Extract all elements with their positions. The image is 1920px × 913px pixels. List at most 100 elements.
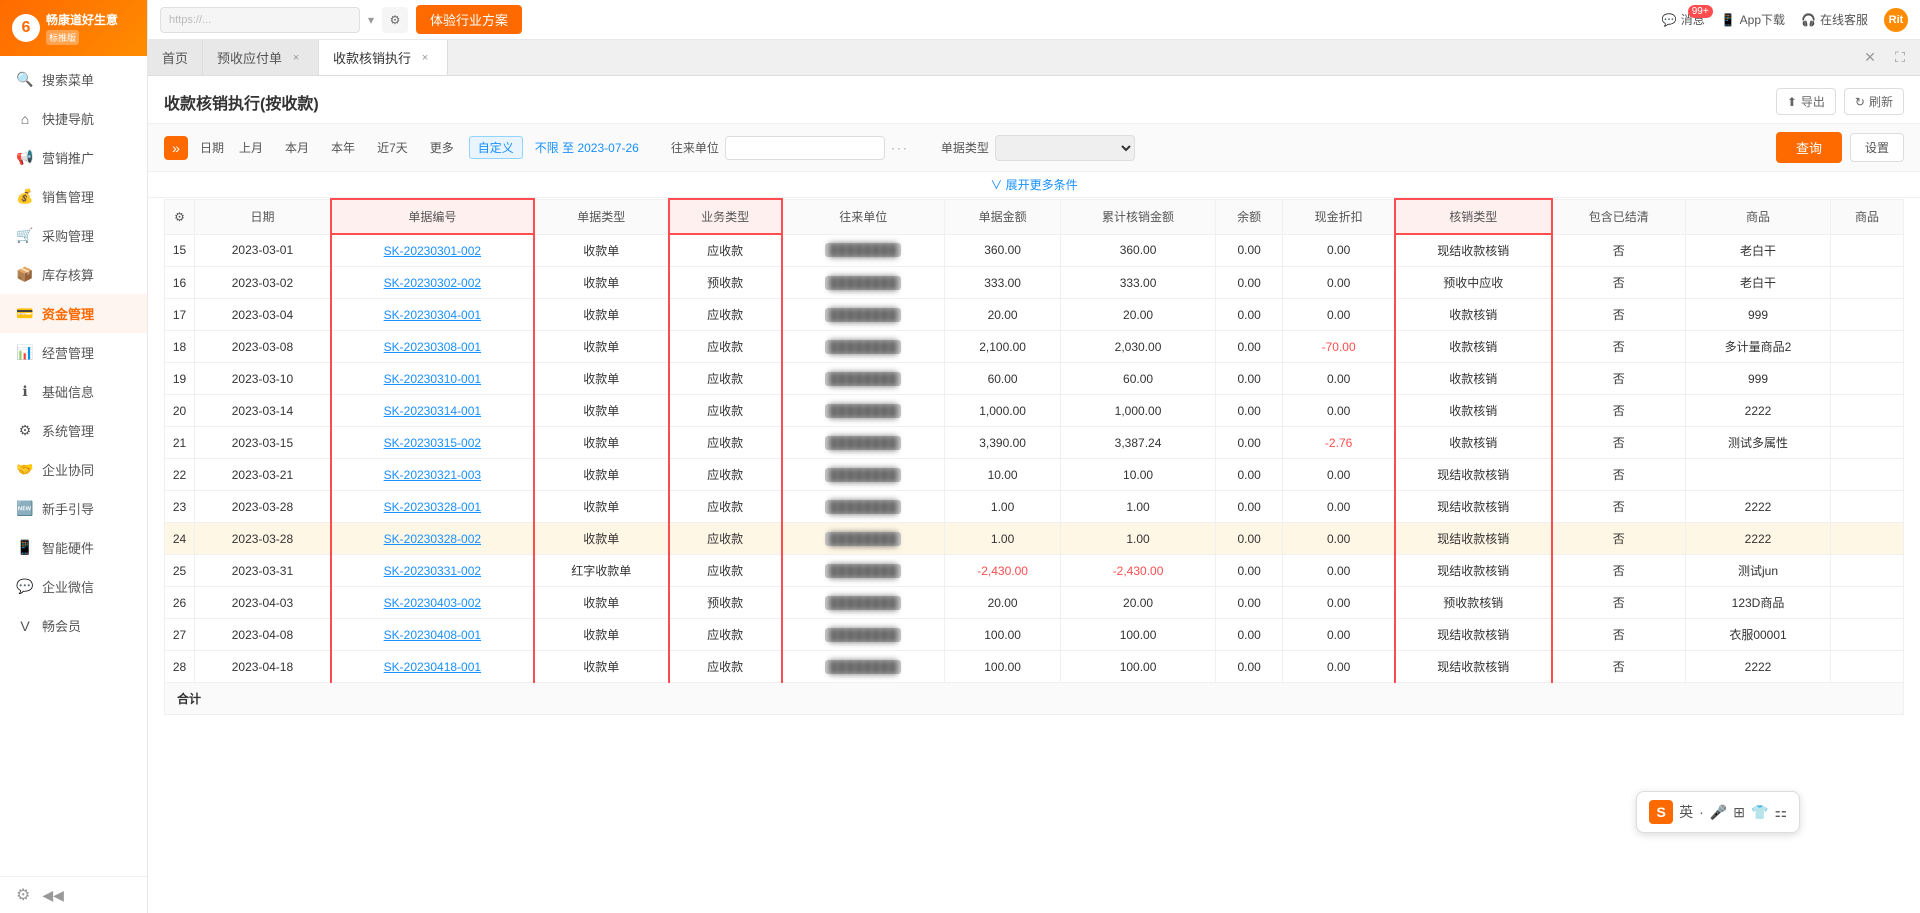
industry-btn[interactable]: 体验行业方案 bbox=[416, 5, 522, 34]
th-balance: 余额 bbox=[1215, 199, 1282, 234]
export-button[interactable]: ⬆ 导出 bbox=[1776, 88, 1836, 115]
date-this-month-btn[interactable]: 本月 bbox=[276, 136, 318, 159]
app-download-btn[interactable]: 📱 App下载 bbox=[1721, 11, 1785, 28]
table-row: 15 2023-03-01 SK-20230301-002 收款单 应收款 ██… bbox=[165, 234, 1904, 267]
cell-cash-discount: 0.00 bbox=[1283, 267, 1395, 299]
collapse-icon[interactable]: ◀◀ bbox=[42, 887, 64, 904]
filter-toggle-button[interactable]: » bbox=[164, 136, 188, 160]
tab-prepay[interactable]: 预收应付单 × bbox=[203, 40, 319, 75]
cell-bill-amount: 60.00 bbox=[945, 363, 1061, 395]
sidebar-item-wechat[interactable]: 💬企业微信 bbox=[0, 567, 147, 606]
sidebar-item-purchase[interactable]: 🛒采购管理 bbox=[0, 216, 147, 255]
sidebar-item-sales[interactable]: 💰销售管理 bbox=[0, 177, 147, 216]
date-this-year-btn[interactable]: 本年 bbox=[322, 136, 364, 159]
cell-product: 999 bbox=[1685, 363, 1830, 395]
cell-balance: 0.00 bbox=[1215, 395, 1282, 427]
cell-bill-type: 收款单 bbox=[534, 523, 669, 555]
quick-icon: ⌂ bbox=[16, 111, 34, 127]
online-service-btn[interactable]: 🎧 在线客服 bbox=[1801, 11, 1868, 28]
cell-cash-discount: 0.00 bbox=[1283, 363, 1395, 395]
message-btn[interactable]: 💬 消息 99+ bbox=[1662, 11, 1705, 28]
settings-gear-icon[interactable]: ⚙ bbox=[382, 7, 408, 33]
cell-product2 bbox=[1831, 267, 1904, 299]
date-more-btn[interactable]: 更多 bbox=[421, 136, 463, 159]
cell-partner: ████████ bbox=[782, 267, 945, 299]
bill-no-link[interactable]: SK-20230418-001 bbox=[384, 660, 481, 674]
table-row: 16 2023-03-02 SK-20230302-002 收款单 预收款 ██… bbox=[165, 267, 1904, 299]
cell-product: 测试jun bbox=[1685, 555, 1830, 587]
cell-balance: 0.00 bbox=[1215, 523, 1282, 555]
tab-home[interactable]: 首页 bbox=[148, 40, 203, 75]
settings-icon[interactable]: ⚙ bbox=[16, 885, 30, 905]
cell-cash-discount: -70.00 bbox=[1283, 331, 1395, 363]
cell-cash-discount: 0.00 bbox=[1283, 459, 1395, 491]
partner-filter-dots[interactable]: ··· bbox=[891, 141, 909, 155]
bill-no-link[interactable]: SK-20230304-001 bbox=[384, 308, 481, 322]
date-7days-btn[interactable]: 近7天 bbox=[368, 136, 417, 159]
sidebar-item-member[interactable]: V畅会员 bbox=[0, 606, 147, 645]
cell-product: 测试多属性 bbox=[1685, 427, 1830, 459]
cell-verify-type: 现结收款核销 bbox=[1395, 523, 1552, 555]
cell-product2 bbox=[1831, 395, 1904, 427]
expand-more-conditions[interactable]: ∨ 展开更多条件 bbox=[148, 172, 1920, 198]
main-area: https://... ▾ ⚙ 体验行业方案 💬 消息 99+ 📱 App下载 … bbox=[148, 0, 1920, 913]
url-chevron-icon[interactable]: ▾ bbox=[368, 13, 374, 27]
date-custom-btn[interactable]: 自定义 bbox=[469, 136, 523, 159]
bill-no-link[interactable]: SK-20230321-003 bbox=[384, 468, 481, 482]
bill-no-link[interactable]: SK-20230301-002 bbox=[384, 244, 481, 258]
bill-no-link[interactable]: SK-20230328-002 bbox=[384, 532, 481, 546]
cell-product: 2222 bbox=[1685, 651, 1830, 683]
sidebar-item-finance[interactable]: 💳资金管理 bbox=[0, 294, 147, 333]
bill-no-link[interactable]: SK-20230314-001 bbox=[384, 404, 481, 418]
bill-no-link[interactable]: SK-20230315-002 bbox=[384, 436, 481, 450]
sidebar-bottom[interactable]: ⚙ ◀◀ bbox=[0, 876, 147, 913]
bill-no-link[interactable]: SK-20230308-001 bbox=[384, 340, 481, 354]
sidebar-item-basic[interactable]: ℹ基础信息 bbox=[0, 372, 147, 411]
cell-include-settled: 否 bbox=[1552, 491, 1686, 523]
bill-no-link[interactable]: SK-20230408-001 bbox=[384, 628, 481, 642]
th-date: 日期 bbox=[195, 199, 331, 234]
sidebar-item-hardware[interactable]: 📱智能硬件 bbox=[0, 528, 147, 567]
tabbar: 首页 预收应付单 × 收款核销执行 × ✕ ⛶ bbox=[148, 40, 1920, 76]
table-settings-button[interactable]: 设置 bbox=[1850, 133, 1904, 162]
sidebar-item-inventory[interactable]: 📦库存核算 bbox=[0, 255, 147, 294]
url-bar[interactable]: https://... bbox=[160, 7, 360, 33]
query-button[interactable]: 查询 bbox=[1776, 132, 1842, 163]
bill-no-link[interactable]: SK-20230331-002 bbox=[384, 564, 481, 578]
table-total-row: 合计 bbox=[165, 683, 1904, 715]
cell-no: 24 bbox=[165, 523, 195, 555]
tab-verify-label: 收款核销执行 bbox=[333, 48, 411, 67]
cell-product2 bbox=[1831, 427, 1904, 459]
table-row: 26 2023-04-03 SK-20230403-002 收款单 预收款 ██… bbox=[165, 587, 1904, 619]
bill-no-link[interactable]: SK-20230310-001 bbox=[384, 372, 481, 386]
th-gear: ⚙ bbox=[165, 199, 195, 234]
sidebar-item-operation[interactable]: 📊经营管理 bbox=[0, 333, 147, 372]
sidebar-item-system[interactable]: ⚙系统管理 bbox=[0, 411, 147, 450]
tab-close-all-icon[interactable]: ✕ bbox=[1858, 46, 1882, 70]
table-row: 17 2023-03-04 SK-20230304-001 收款单 应收款 ██… bbox=[165, 299, 1904, 331]
cell-verify-type: 现结收款核销 bbox=[1395, 619, 1552, 651]
tab-verify[interactable]: 收款核销执行 × bbox=[319, 40, 448, 75]
date-last-month-btn[interactable]: 上月 bbox=[230, 136, 272, 159]
refresh-button[interactable]: ↻ 刷新 bbox=[1844, 88, 1904, 115]
tab-verify-close-icon[interactable]: × bbox=[417, 50, 433, 66]
table-row: 24 2023-03-28 SK-20230328-002 收款单 应收款 ██… bbox=[165, 523, 1904, 555]
bill-no-link[interactable]: SK-20230328-001 bbox=[384, 500, 481, 514]
bill-type-filter-select[interactable] bbox=[995, 135, 1135, 161]
partner-filter-input[interactable] bbox=[725, 136, 885, 160]
sidebar-item-search[interactable]: 🔍搜索菜单 bbox=[0, 60, 147, 99]
cell-cash-discount: 0.00 bbox=[1283, 395, 1395, 427]
bill-no-link[interactable]: SK-20230403-002 bbox=[384, 596, 481, 610]
sidebar-item-guide[interactable]: 🆕新手引导 bbox=[0, 489, 147, 528]
sidebar-item-quick[interactable]: ⌂快捷导航 bbox=[0, 99, 147, 138]
tab-prepay-close-icon[interactable]: × bbox=[288, 50, 304, 66]
cell-biz-type: 预收款 bbox=[669, 267, 782, 299]
cell-no: 27 bbox=[165, 619, 195, 651]
user-avatar[interactable]: Rit bbox=[1884, 8, 1908, 32]
cell-product2 bbox=[1831, 555, 1904, 587]
tab-fullscreen-icon[interactable]: ⛶ bbox=[1888, 46, 1912, 70]
sidebar-item-corp[interactable]: 🤝企业协同 bbox=[0, 450, 147, 489]
bill-no-link[interactable]: SK-20230302-002 bbox=[384, 276, 481, 290]
cell-bill-no: SK-20230308-001 bbox=[331, 331, 534, 363]
sidebar-item-marketing[interactable]: 📢营销推广 bbox=[0, 138, 147, 177]
